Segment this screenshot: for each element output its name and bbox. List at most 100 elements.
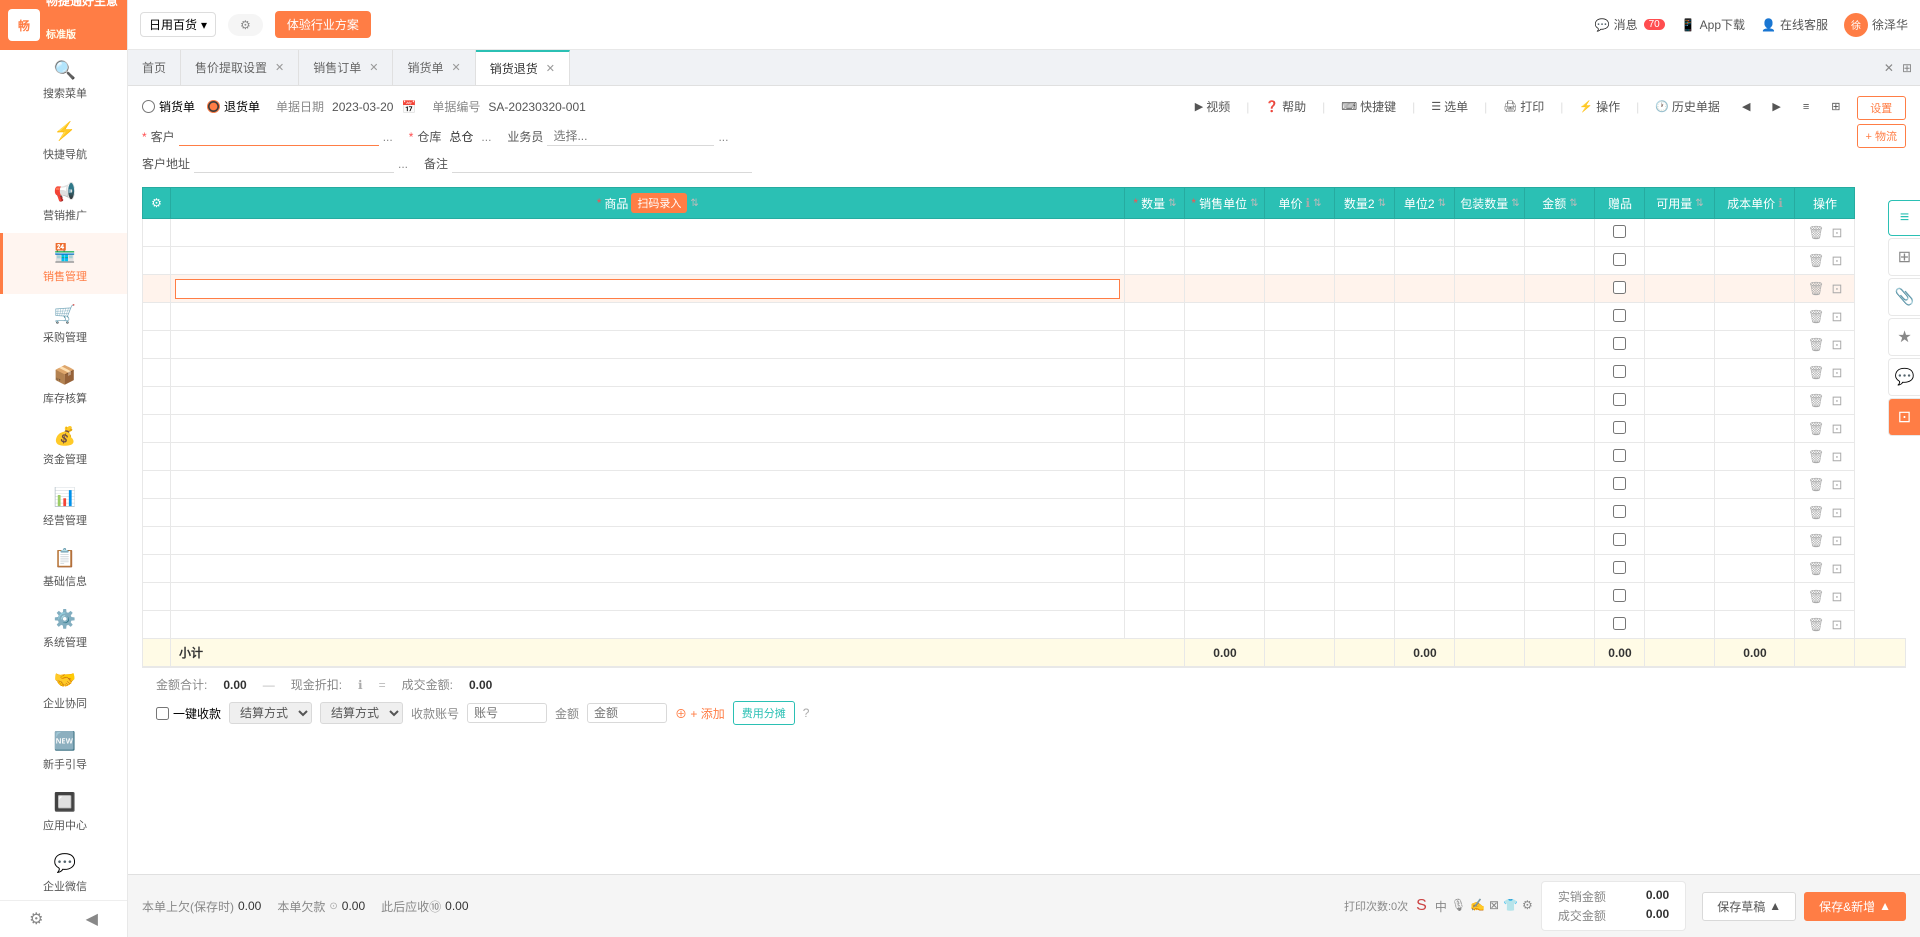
qty2-cell-12[interactable]: [1335, 527, 1395, 555]
unit2-cell-5[interactable]: [1395, 331, 1455, 359]
avail-cell-14[interactable]: [1645, 583, 1715, 611]
sidebar-item-marketing[interactable]: 📢营销推广: [0, 172, 127, 233]
pack-cell-13[interactable]: [1455, 555, 1525, 583]
delete-icon-8[interactable]: 🗑: [1808, 421, 1825, 436]
price-sort-icon[interactable]: ⇅: [1313, 198, 1321, 209]
pack-sort-icon[interactable]: ⇅: [1511, 198, 1519, 209]
close-tab-icon[interactable]: ✕: [1884, 61, 1894, 75]
price-cell-8[interactable]: [1265, 415, 1335, 443]
rfb-card[interactable]: ⊞: [1888, 238, 1920, 276]
expand-tab-icon[interactable]: ⊞: [1902, 61, 1912, 75]
amount-input[interactable]: [587, 703, 667, 723]
copy-icon-1[interactable]: ⊡: [1831, 225, 1842, 240]
avail-cell-13[interactable]: [1645, 555, 1715, 583]
save-draft-btn[interactable]: 保存草稿 ▲: [1702, 892, 1796, 921]
price-cell-5[interactable]: [1265, 331, 1335, 359]
pack-cell-6[interactable]: [1455, 359, 1525, 387]
qty2-sort-icon[interactable]: ⇅: [1378, 198, 1386, 209]
qty-cell-10[interactable]: [1125, 471, 1185, 499]
qty2-cell-1[interactable]: [1335, 219, 1395, 247]
list-view-btn[interactable]: ≡: [1797, 99, 1815, 115]
amount-cell-6[interactable]: [1525, 359, 1595, 387]
unit-cell-12[interactable]: [1185, 527, 1265, 555]
collection-account-input[interactable]: [467, 703, 547, 723]
qty2-cell-5[interactable]: [1335, 331, 1395, 359]
tab-3[interactable]: 销货单✕: [393, 50, 475, 85]
product-cell-10[interactable]: [171, 471, 1125, 499]
pack-cell-10[interactable]: [1455, 471, 1525, 499]
avail-cell-1[interactable]: [1645, 219, 1715, 247]
amount-cell-10[interactable]: [1525, 471, 1595, 499]
salesperson-dots[interactable]: ...: [718, 130, 728, 144]
product-cell-11[interactable]: [171, 499, 1125, 527]
address-input[interactable]: [194, 154, 394, 173]
unit-cell-15[interactable]: [1185, 611, 1265, 639]
qty2-cell-9[interactable]: [1335, 443, 1395, 471]
tab-close-4[interactable]: ✕: [546, 62, 555, 75]
qty2-cell-4[interactable]: [1335, 303, 1395, 331]
cost-cell-5[interactable]: [1715, 331, 1795, 359]
rfb-list[interactable]: ≡: [1888, 200, 1920, 236]
rfb-msg[interactable]: 💬: [1888, 358, 1920, 396]
amount-cell-9[interactable]: [1525, 443, 1595, 471]
qty-cell-3[interactable]: [1125, 275, 1185, 303]
qty-cell-13[interactable]: [1125, 555, 1185, 583]
amount-cell-3[interactable]: [1525, 275, 1595, 303]
amount-cell-11[interactable]: [1525, 499, 1595, 527]
sidebar-item-system[interactable]: ⚙️系统管理: [0, 599, 127, 660]
delete-icon-3[interactable]: 🗑: [1808, 281, 1825, 296]
pack-cell-14[interactable]: [1455, 583, 1525, 611]
unit2-cell-12[interactable]: [1395, 527, 1455, 555]
delete-icon-4[interactable]: 🗑: [1808, 309, 1825, 324]
price-cell-13[interactable]: [1265, 555, 1335, 583]
copy-icon-3[interactable]: ⊡: [1831, 281, 1842, 296]
delete-icon-12[interactable]: 🗑: [1808, 533, 1825, 548]
unit2-cell-1[interactable]: [1395, 219, 1455, 247]
qty-cell-9[interactable]: [1125, 443, 1185, 471]
select-btn[interactable]: ☰ 选单: [1425, 96, 1474, 117]
price-cell-3[interactable]: [1265, 275, 1335, 303]
customer-input[interactable]: [179, 127, 379, 146]
sidebar-item-inventory[interactable]: 📦库存核算: [0, 355, 127, 416]
avail-cell-10[interactable]: [1645, 471, 1715, 499]
price-cell-1[interactable]: [1265, 219, 1335, 247]
rfb-fullscreen[interactable]: ⊡: [1888, 398, 1920, 436]
copy-icon-8[interactable]: ⊡: [1831, 421, 1842, 436]
qty2-cell-2[interactable]: [1335, 247, 1395, 275]
pack-cell-11[interactable]: [1455, 499, 1525, 527]
product-input-3[interactable]: [175, 279, 1120, 299]
settings-gear[interactable]: ⚙: [228, 14, 263, 36]
qty2-cell-8[interactable]: [1335, 415, 1395, 443]
copy-icon-14[interactable]: ⊡: [1831, 589, 1842, 604]
avail-cell-5[interactable]: [1645, 331, 1715, 359]
amount-cell-12[interactable]: [1525, 527, 1595, 555]
logistics-btn[interactable]: + 物流: [1857, 124, 1906, 148]
price-cell-6[interactable]: [1265, 359, 1335, 387]
amount-cell-8[interactable]: [1525, 415, 1595, 443]
tab-close-2[interactable]: ✕: [369, 61, 378, 74]
tab-4[interactable]: 销货退货✕: [476, 50, 570, 85]
amount-sort-icon[interactable]: ⇅: [1569, 198, 1577, 209]
copy-icon-10[interactable]: ⊡: [1831, 477, 1842, 492]
qty-cell-8[interactable]: [1125, 415, 1185, 443]
pack-cell-5[interactable]: [1455, 331, 1525, 359]
scan-btn[interactable]: 扫码录入: [631, 193, 687, 213]
sidebar-item-purchase[interactable]: 🛒采购管理: [0, 294, 127, 355]
avail-cell-9[interactable]: [1645, 443, 1715, 471]
delete-icon-2[interactable]: 🗑: [1808, 253, 1825, 268]
product-cell-8[interactable]: [171, 415, 1125, 443]
qty-cell-4[interactable]: [1125, 303, 1185, 331]
avail-cell-15[interactable]: [1645, 611, 1715, 639]
unit-cell-3[interactable]: [1185, 275, 1265, 303]
product-cell-12[interactable]: [171, 527, 1125, 555]
cost-cell-7[interactable]: [1715, 387, 1795, 415]
delete-icon-10[interactable]: 🗑: [1808, 477, 1825, 492]
unit-cell-4[interactable]: [1185, 303, 1265, 331]
delete-icon-11[interactable]: 🗑: [1808, 505, 1825, 520]
unit2-cell-9[interactable]: [1395, 443, 1455, 471]
cost-cell-11[interactable]: [1715, 499, 1795, 527]
discount-info-icon[interactable]: ℹ: [358, 678, 363, 692]
user-info[interactable]: 徐 徐泽华: [1844, 13, 1908, 37]
unit2-cell-3[interactable]: [1395, 275, 1455, 303]
cost-cell-13[interactable]: [1715, 555, 1795, 583]
